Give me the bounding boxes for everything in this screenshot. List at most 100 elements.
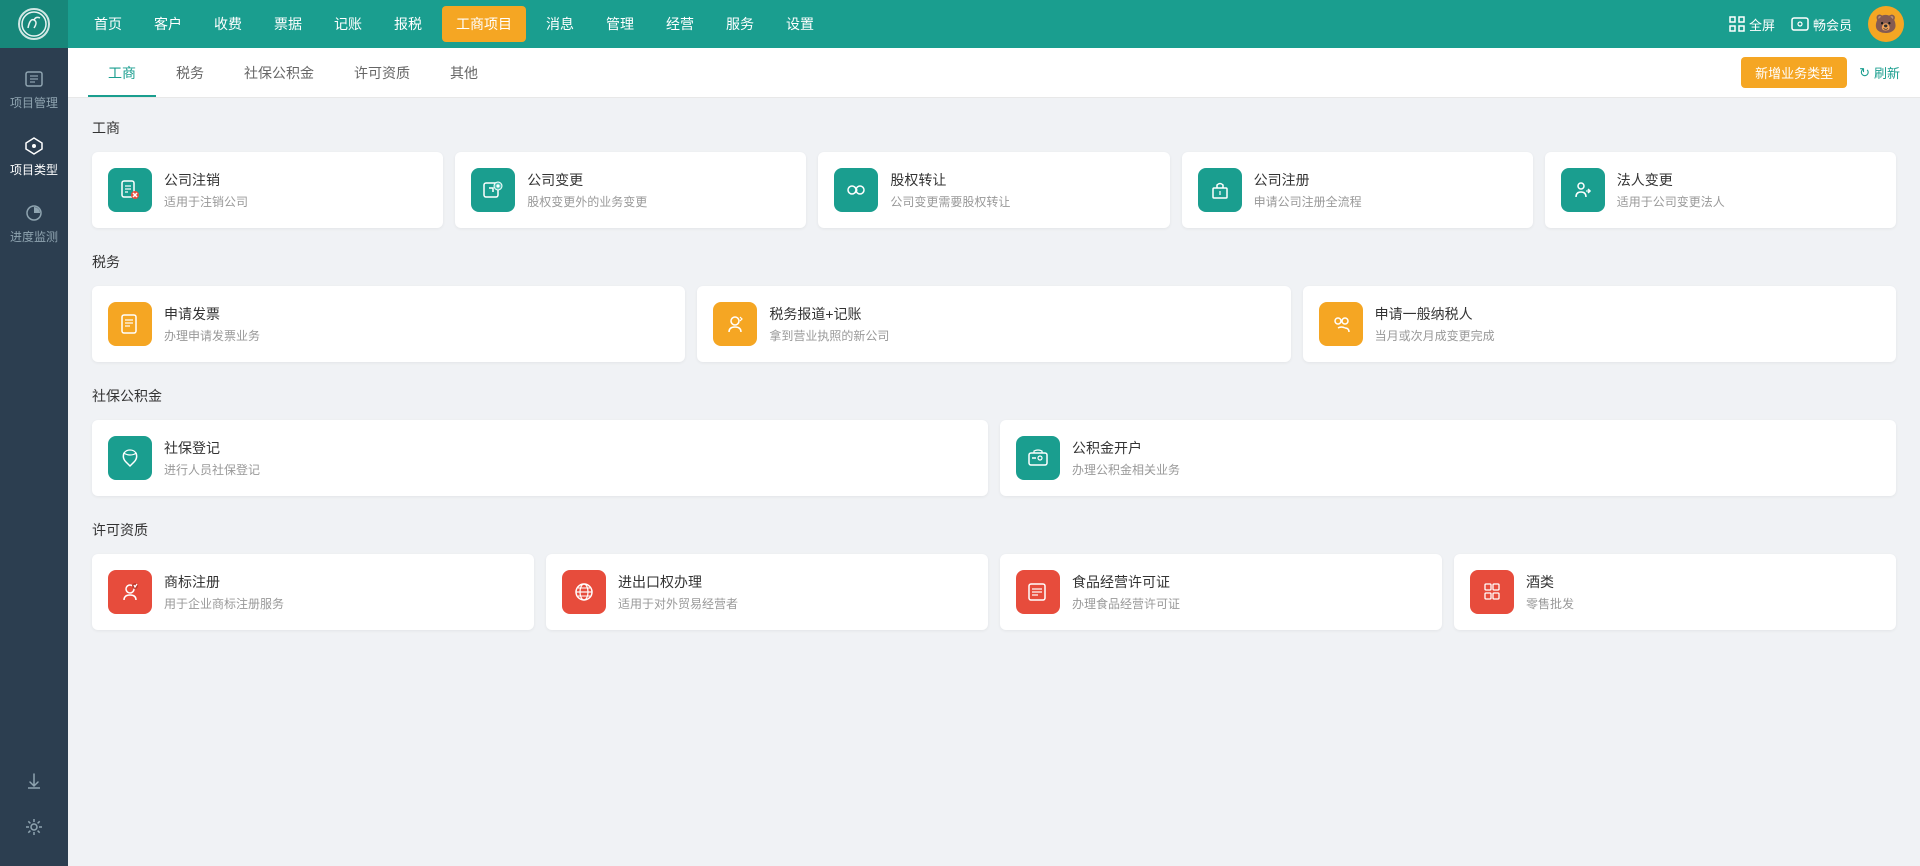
card-icon-tax-report [713, 302, 757, 346]
tab-xuke[interactable]: 许可资质 [334, 48, 430, 97]
card-icon-legal-change [1561, 168, 1605, 212]
refresh-icon: ↻ [1859, 65, 1870, 81]
member-btn[interactable]: 畅会员 [1791, 15, 1852, 34]
card-desc-company-register: 申请公司注册全流程 [1254, 193, 1362, 210]
tab-other[interactable]: 其他 [430, 48, 498, 97]
shuiwu-cards-grid: 申请发票 办理申请发票业务 税务报道+记账 拿到营业执照的新公司 [92, 286, 1896, 362]
card-provident-fund[interactable]: 公积金开户 办理公积金相关业务 [1000, 420, 1896, 496]
scroll-content[interactable]: 工商 公司注销 适用于注销公司 [68, 98, 1920, 866]
section-title-xuke: 许可资质 [92, 520, 1896, 540]
add-type-button[interactable]: 新增业务类型 [1741, 57, 1847, 88]
nav-item-fee[interactable]: 收费 [198, 0, 258, 48]
card-icon-alcohol [1470, 570, 1514, 614]
download-icon [23, 770, 45, 792]
logo-icon [18, 8, 50, 40]
card-icon-company-change [471, 168, 515, 212]
card-text-general-taxpayer: 申请一般纳税人 当月或次月成变更完成 [1375, 304, 1495, 344]
nav-item-bookkeeping[interactable]: 记账 [318, 0, 378, 48]
section-title-shebao: 社保公积金 [92, 386, 1896, 406]
sidebar-label-project-mgmt: 项目管理 [10, 94, 58, 111]
card-title-food-license: 食品经营许可证 [1072, 572, 1180, 592]
card-desc-company-change: 股权变更外的业务变更 [527, 193, 647, 210]
gongshang-cards-grid: 公司注销 适用于注销公司 公司变更 股权变更外的业务变更 [92, 152, 1896, 228]
nav-item-service[interactable]: 服务 [710, 0, 770, 48]
card-food-license[interactable]: 食品经营许可证 办理食品经营许可证 [1000, 554, 1442, 630]
nav-item-business[interactable]: 工商项目 [442, 6, 526, 42]
card-desc-tax-report: 拿到营业执照的新公司 [769, 327, 889, 344]
nav-right: 全屏 畅会员 🐻 [1729, 6, 1920, 42]
card-icon-invoice [108, 302, 152, 346]
card-desc-import-export: 适用于对外贸易经营者 [618, 595, 738, 612]
card-text-alcohol: 酒类 零售批发 [1526, 572, 1574, 612]
nav-items: 首页 客户 收费 票据 记账 报税 工商项目 消息 管理 经营 服务 设置 [68, 0, 1729, 48]
card-legal-change[interactable]: 法人变更 适用于公司变更法人 [1545, 152, 1896, 228]
card-title-social-insurance: 社保登记 [164, 438, 260, 458]
card-title-general-taxpayer: 申请一般纳税人 [1375, 304, 1495, 324]
card-equity-transfer[interactable]: 股权转让 公司变更需要股权转让 [818, 152, 1169, 228]
sidebar-item-project-mgmt[interactable]: 项目管理 [0, 56, 68, 123]
card-icon-food-license [1016, 570, 1060, 614]
card-text-invoice: 申请发票 办理申请发票业务 [164, 304, 260, 344]
card-desc-provident-fund: 办理公积金相关业务 [1072, 461, 1180, 478]
sidebar-label-project-type: 项目类型 [10, 161, 58, 178]
card-desc-equity-transfer: 公司变更需要股权转让 [890, 193, 1010, 210]
sidebar-item-download[interactable] [0, 758, 68, 804]
card-text-company-cancel: 公司注销 适用于注销公司 [164, 170, 248, 210]
card-text-tax-report: 税务报道+记账 拿到营业执照的新公司 [769, 304, 889, 344]
tab-actions: 新增业务类型 ↻ 刷新 [1741, 57, 1900, 88]
nav-item-ticket[interactable]: 票据 [258, 0, 318, 48]
card-text-food-license: 食品经营许可证 办理食品经营许可证 [1072, 572, 1180, 612]
card-general-taxpayer[interactable]: 申请一般纳税人 当月或次月成变更完成 [1303, 286, 1896, 362]
nav-item-tax[interactable]: 报税 [378, 0, 438, 48]
tab-gongshang[interactable]: 工商 [88, 48, 156, 97]
refresh-label: 刷新 [1874, 63, 1900, 82]
section-title-shuiwu: 税务 [92, 252, 1896, 272]
section-shuiwu: 税务 申请发票 办理申请发票业务 [92, 252, 1896, 362]
sidebar-item-config[interactable] [0, 804, 68, 850]
card-tax-report[interactable]: 税务报道+记账 拿到营业执照的新公司 [697, 286, 1290, 362]
nav-item-manage[interactable]: 管理 [590, 0, 650, 48]
nav-item-operation[interactable]: 经营 [650, 0, 710, 48]
tab-shuiwu[interactable]: 税务 [156, 48, 224, 97]
card-desc-social-insurance: 进行人员社保登记 [164, 461, 260, 478]
project-type-icon [23, 135, 45, 157]
tab-shebao[interactable]: 社保公积金 [224, 48, 334, 97]
card-desc-general-taxpayer: 当月或次月成变更完成 [1375, 327, 1495, 344]
section-gongshang: 工商 公司注销 适用于注销公司 [92, 118, 1896, 228]
card-text-social-insurance: 社保登记 进行人员社保登记 [164, 438, 260, 478]
card-text-company-register: 公司注册 申请公司注册全流程 [1254, 170, 1362, 210]
fullscreen-btn[interactable]: 全屏 [1729, 15, 1775, 34]
card-icon-provident-fund [1016, 436, 1060, 480]
nav-item-home[interactable]: 首页 [78, 0, 138, 48]
nav-item-settings[interactable]: 设置 [770, 0, 830, 48]
card-desc-trademark: 用于企业商标注册服务 [164, 595, 284, 612]
card-title-tax-report: 税务报道+记账 [769, 304, 889, 324]
top-nav: 首页 客户 收费 票据 记账 报税 工商项目 消息 管理 经营 服务 设置 全屏… [0, 0, 1920, 48]
card-title-invoice: 申请发票 [164, 304, 260, 324]
project-mgmt-icon [23, 68, 45, 90]
card-alcohol[interactable]: 酒类 零售批发 [1454, 554, 1896, 630]
section-shebao: 社保公积金 社保登记 进行人员社保登记 [92, 386, 1896, 496]
sidebar-bottom [0, 758, 68, 866]
card-company-cancel[interactable]: 公司注销 适用于注销公司 [92, 152, 443, 228]
tab-bar: 工商 税务 社保公积金 许可资质 其他 新增业务类型 ↻ 刷新 [68, 48, 1920, 98]
card-desc-invoice: 办理申请发票业务 [164, 327, 260, 344]
card-icon-trademark [108, 570, 152, 614]
refresh-button[interactable]: ↻ 刷新 [1859, 63, 1900, 82]
card-social-insurance[interactable]: 社保登记 进行人员社保登记 [92, 420, 988, 496]
nav-item-client[interactable]: 客户 [138, 0, 198, 48]
card-text-import-export: 进出口权办理 适用于对外贸易经营者 [618, 572, 738, 612]
card-company-register[interactable]: 公司注册 申请公司注册全流程 [1182, 152, 1533, 228]
card-invoice[interactable]: 申请发票 办理申请发票业务 [92, 286, 685, 362]
avatar-bear[interactable]: 🐻 [1868, 6, 1904, 42]
card-icon-social-insurance [108, 436, 152, 480]
card-import-export[interactable]: 进出口权办理 适用于对外贸易经营者 [546, 554, 988, 630]
card-text-company-change: 公司变更 股权变更外的业务变更 [527, 170, 647, 210]
card-title-trademark: 商标注册 [164, 572, 284, 592]
card-company-change[interactable]: 公司变更 股权变更外的业务变更 [455, 152, 806, 228]
sidebar-item-progress[interactable]: 进度监测 [0, 190, 68, 257]
sidebar-item-project-type[interactable]: 项目类型 [0, 123, 68, 190]
card-trademark[interactable]: 商标注册 用于企业商标注册服务 [92, 554, 534, 630]
section-title-gongshang: 工商 [92, 118, 1896, 138]
nav-item-message[interactable]: 消息 [530, 0, 590, 48]
